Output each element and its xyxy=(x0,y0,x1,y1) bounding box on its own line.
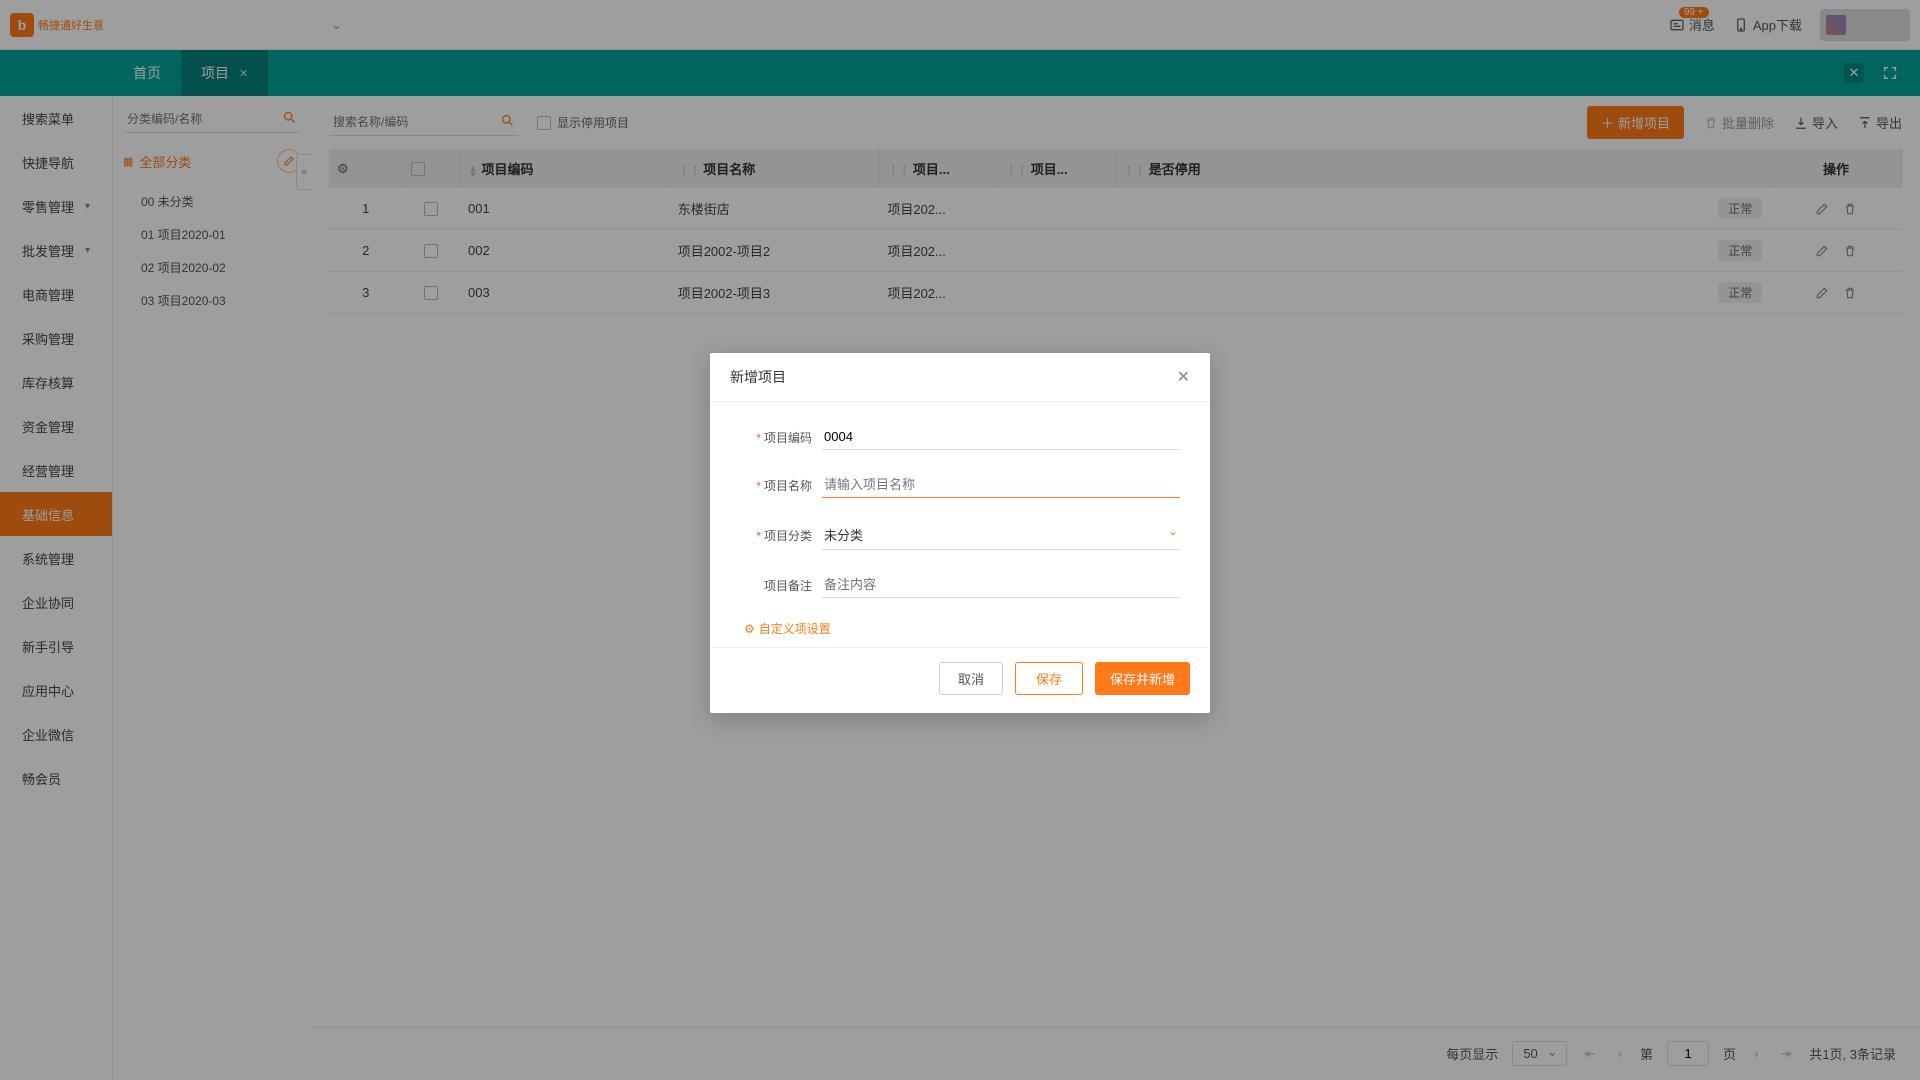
code-input[interactable] xyxy=(822,424,1180,450)
modal-footer: 取消 保存 保存并新增 xyxy=(710,647,1210,713)
new-project-modal: 新增项目 ✕ *项目编码 *项目名称 *项目分类 未分类 ⌄ 项目备注 xyxy=(710,353,1210,713)
modal-close-button[interactable]: ✕ xyxy=(1177,367,1190,387)
save-and-new-button[interactable]: 保存并新增 xyxy=(1095,662,1190,695)
name-label: *项目名称 xyxy=(740,477,822,494)
remark-input[interactable] xyxy=(822,572,1180,598)
code-label: *项目编码 xyxy=(740,429,822,446)
form-row-code: *项目编码 xyxy=(740,424,1180,450)
save-button[interactable]: 保存 xyxy=(1015,662,1083,695)
gear-icon: ⚙ xyxy=(744,622,755,636)
modal-title: 新增项目 xyxy=(730,367,786,387)
custom-fields-link[interactable]: ⚙ 自定义项设置 xyxy=(744,620,1180,637)
name-input[interactable] xyxy=(822,472,1180,498)
chevron-down-icon: ⌄ xyxy=(1168,524,1178,538)
category-select[interactable]: 未分类 xyxy=(822,520,1180,550)
form-row-category: *项目分类 未分类 ⌄ xyxy=(740,520,1180,550)
category-label: *项目分类 xyxy=(740,527,822,544)
modal-header: 新增项目 ✕ xyxy=(710,353,1210,402)
remark-label: 项目备注 xyxy=(740,577,822,594)
form-row-name: *项目名称 xyxy=(740,472,1180,498)
cancel-button[interactable]: 取消 xyxy=(939,662,1003,695)
custom-fields-label: 自定义项设置 xyxy=(759,620,831,637)
form-row-remark: 项目备注 xyxy=(740,572,1180,598)
modal-body: *项目编码 *项目名称 *项目分类 未分类 ⌄ 项目备注 ⚙ xyxy=(710,402,1210,647)
